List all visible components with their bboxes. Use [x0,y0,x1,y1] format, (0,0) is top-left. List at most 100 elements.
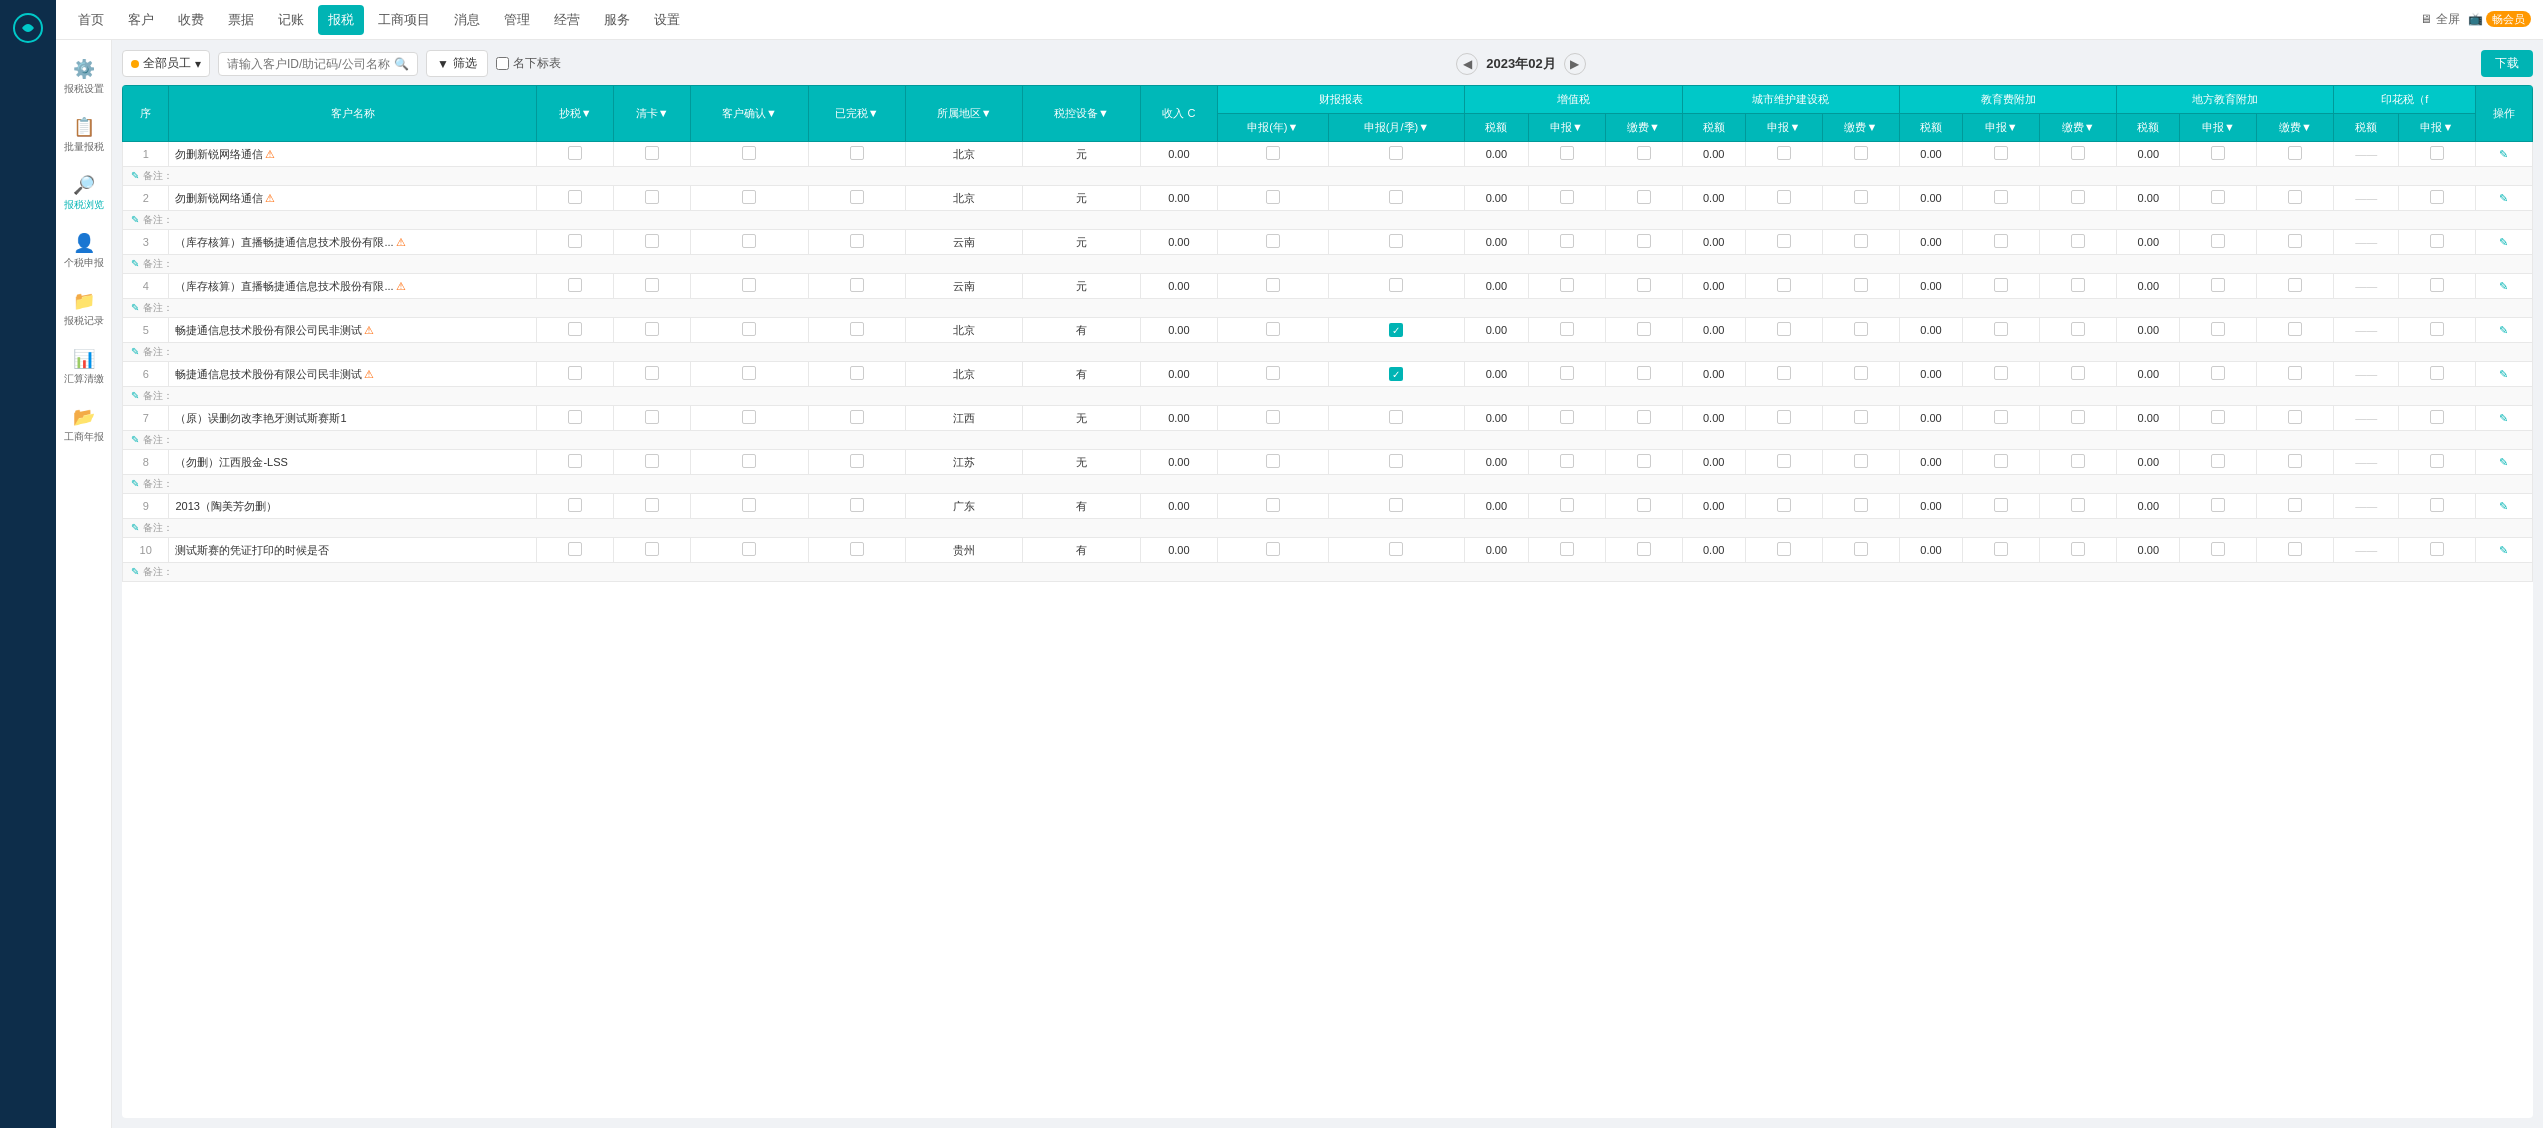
cell-jy-jf[interactable] [2040,362,2117,387]
cell-confirm[interactable] [691,406,808,431]
unchecked-box[interactable] [1389,234,1403,248]
unchecked-box[interactable] [2288,542,2302,556]
cell-cs-sb[interactable] [1745,362,1822,387]
unchecked-box[interactable] [1994,542,2008,556]
nav-settings[interactable]: 设置 [644,5,690,35]
cell-qingka[interactable] [614,318,691,343]
unchecked-box[interactable] [2430,366,2444,380]
cell-annual[interactable] [1217,362,1328,387]
nav-customer[interactable]: 客户 [118,5,164,35]
cell-yh-sb[interactable] [2398,318,2475,343]
unchecked-box[interactable] [2288,366,2302,380]
cell-df-sb[interactable] [2180,142,2257,167]
unchecked-box[interactable] [850,322,864,336]
cell-cs-sb[interactable] [1745,318,1822,343]
th-jy-jf[interactable]: 缴费▼ [2040,114,2117,142]
unchecked-box[interactable] [1994,366,2008,380]
cell-chaoshui[interactable] [537,230,614,255]
cell-df-jf[interactable] [2257,318,2334,343]
cell-annual[interactable] [1217,318,1328,343]
cell-df-sb[interactable] [2180,538,2257,563]
cell-jy-jf[interactable] [2040,186,2117,211]
edit-icon[interactable]: ✎ [2499,500,2508,512]
unchecked-box[interactable] [2211,498,2225,512]
cell-taxdone[interactable] [808,538,905,563]
mingxibiao-checkbox[interactable] [496,57,509,70]
cell-taxdone[interactable] [808,450,905,475]
th-qingka[interactable]: 清卡▼ [614,86,691,142]
cell-monthly[interactable] [1328,186,1465,211]
unchecked-box[interactable] [1266,322,1280,336]
unchecked-box[interactable] [2071,146,2085,160]
cell-chaoshui[interactable] [537,318,614,343]
cell-cs-jf[interactable] [1822,318,1899,343]
cell-df-sb[interactable] [2180,406,2257,431]
nav-home[interactable]: 首页 [68,5,114,35]
cell-jy-jf[interactable] [2040,494,2117,519]
edit-icon[interactable]: ✎ [2499,148,2508,160]
cell-monthly[interactable]: ✓ [1328,318,1465,343]
edit-icon[interactable]: ✎ [2499,412,2508,424]
edit-icon[interactable]: ✎ [2499,544,2508,556]
cell-df-jf[interactable] [2257,142,2334,167]
cell-qingka[interactable] [614,362,691,387]
unchecked-box[interactable] [2430,498,2444,512]
nav-operation[interactable]: 经营 [544,5,590,35]
th-zz-jf[interactable]: 缴费▼ [1605,114,1682,142]
cell-monthly[interactable] [1328,406,1465,431]
unchecked-box[interactable] [2430,454,2444,468]
cell-zz-jf[interactable] [1605,406,1682,431]
remark-edit-icon[interactable]: ✎ [131,170,139,181]
unchecked-box[interactable] [850,146,864,160]
unchecked-box[interactable] [1560,234,1574,248]
th-zz-sb[interactable]: 申报▼ [1528,114,1605,142]
unchecked-box[interactable] [2430,542,2444,556]
unchecked-box[interactable] [2211,190,2225,204]
unchecked-box[interactable] [568,498,582,512]
unchecked-box[interactable] [1637,322,1651,336]
unchecked-box[interactable] [742,146,756,160]
cell-cs-sb[interactable] [1745,230,1822,255]
cell-chaoshui[interactable] [537,538,614,563]
th-tax-paid[interactable]: 已完税▼ [808,86,905,142]
cell-df-sb[interactable] [2180,186,2257,211]
cell-zz-jf[interactable] [1605,318,1682,343]
sidebar-item-batchreport[interactable]: 📋 批量报税 [56,106,111,164]
unchecked-box[interactable] [1854,498,1868,512]
cell-jy-jf[interactable] [2040,450,2117,475]
cell-yh-sb[interactable] [2398,538,2475,563]
unchecked-box[interactable] [2430,146,2444,160]
unchecked-box[interactable] [2430,322,2444,336]
cell-zz-jf[interactable] [1605,186,1682,211]
unchecked-box[interactable] [850,454,864,468]
cell-qingka[interactable] [614,406,691,431]
cell-jy-jf[interactable] [2040,274,2117,299]
cell-taxdone[interactable] [808,142,905,167]
unchecked-box[interactable] [2430,190,2444,204]
unchecked-box[interactable] [1560,322,1574,336]
unchecked-box[interactable] [2288,322,2302,336]
cell-zz-jf[interactable] [1605,230,1682,255]
cell-qingka[interactable] [614,538,691,563]
unchecked-box[interactable] [645,542,659,556]
unchecked-box[interactable] [2211,410,2225,424]
cell-confirm[interactable] [691,538,808,563]
th-monthly-report[interactable]: 申报(月/季)▼ [1328,114,1465,142]
cell-zz-jf[interactable] [1605,494,1682,519]
th-cs-jf[interactable]: 缴费▼ [1822,114,1899,142]
fullscreen-btn[interactable]: 🖥 全屏 [2420,11,2459,28]
cell-name[interactable]: （原）误删勿改李艳牙测试斯赛斯1 [169,406,537,431]
cell-confirm[interactable] [691,274,808,299]
unchecked-box[interactable] [850,190,864,204]
cell-monthly[interactable] [1328,450,1465,475]
unchecked-box[interactable] [1777,410,1791,424]
cell-jy-sb[interactable] [1963,318,2040,343]
unchecked-box[interactable] [850,366,864,380]
unchecked-box[interactable] [742,410,756,424]
cell-zz-sb[interactable] [1528,318,1605,343]
unchecked-box[interactable] [1560,498,1574,512]
unchecked-box[interactable] [645,410,659,424]
cell-yh-sb[interactable] [2398,142,2475,167]
cell-annual[interactable] [1217,142,1328,167]
unchecked-box[interactable] [645,498,659,512]
